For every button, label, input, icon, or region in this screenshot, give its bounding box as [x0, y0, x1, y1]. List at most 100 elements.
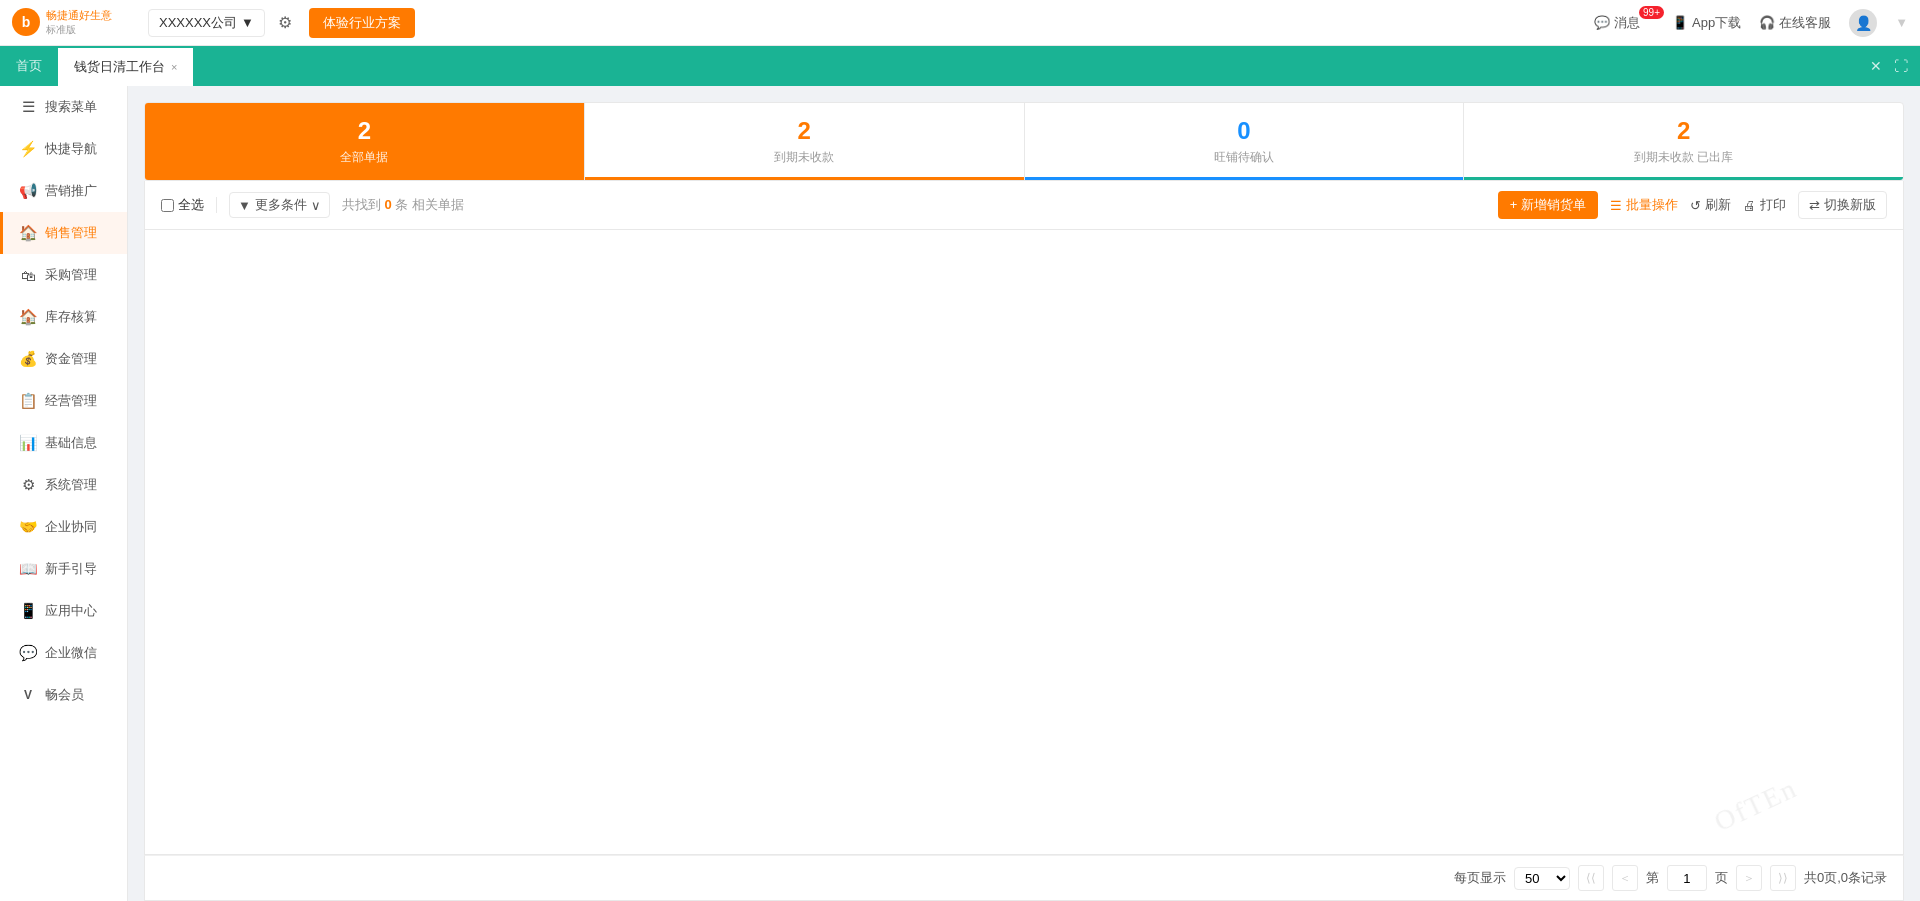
sidebar-item-wechat[interactable]: 💬 企业微信 — [0, 632, 127, 674]
sidebar-basic-info-label: 基础信息 — [45, 434, 97, 452]
sidebar-item-finance[interactable]: 💰 资金管理 — [0, 338, 127, 380]
stat-indicator-overdue — [585, 177, 1024, 180]
page-prev-btn[interactable]: ＜ — [1612, 865, 1638, 891]
sidebar-search-label: 搜索菜单 — [45, 98, 97, 116]
stat-card-overdue[interactable]: 2 到期未收款 — [585, 103, 1025, 180]
stat-card-pending[interactable]: 0 旺铺待确认 — [1025, 103, 1465, 180]
logo-text: 畅捷通好生意 — [46, 8, 112, 22]
page-last-btn[interactable]: ⟩⟩ — [1770, 865, 1796, 891]
message-badge: 99+ — [1639, 6, 1664, 19]
stat-number-pending: 0 — [1045, 117, 1444, 145]
result-text: 共找到 0 条 相关单据 — [342, 196, 464, 214]
sidebar-item-inventory[interactable]: 🏠 库存核算 — [0, 296, 127, 338]
select-all-checkbox[interactable]: 全选 — [161, 196, 204, 214]
stats-cards: 2 全部单据 2 到期未收款 0 旺铺待确认 2 到期未收款 已出库 — [144, 102, 1904, 181]
fullscreen-icon[interactable]: ⛶ — [1894, 58, 1908, 74]
sales-icon: 🏠 — [19, 224, 37, 242]
message-btn[interactable]: 💬 消息 99+ — [1594, 14, 1654, 32]
username-area[interactable]: ▼ — [1895, 15, 1908, 30]
headset-icon: 🎧 — [1759, 15, 1775, 30]
sidebar-item-marketing[interactable]: 📢 营销推广 — [0, 170, 127, 212]
sidebar-item-purchase[interactable]: 🛍 采购管理 — [0, 254, 127, 296]
app-center-icon: 📱 — [19, 602, 37, 620]
sidebar-item-sales[interactable]: 🏠 销售管理 — [0, 212, 127, 254]
add-sales-btn[interactable]: + 新增销货单 — [1498, 191, 1598, 219]
page-size-select[interactable]: 50 20 100 — [1514, 867, 1570, 890]
refresh-icon: ↺ — [1690, 198, 1701, 213]
toolbar: 全选 ▼ 更多条件 ∨ 共找到 0 条 相关单据 + 新增销货单 ☰ 批量操作 — [144, 181, 1904, 230]
refresh-btn[interactable]: ↺ 刷新 — [1690, 196, 1731, 214]
settings-icon[interactable]: ⚙ — [271, 9, 299, 37]
pagination-bar: 每页显示 50 20 100 ⟨⟨ ＜ 第 页 ＞ ⟩⟩ 共0页,0条记录 — [144, 855, 1904, 901]
sidebar-inventory-label: 库存核算 — [45, 308, 97, 326]
tab-expand-area: ✕ ⛶ — [1858, 46, 1920, 86]
page-input[interactable] — [1667, 865, 1707, 891]
inventory-icon: 🏠 — [19, 308, 37, 326]
filter-btn[interactable]: ▼ 更多条件 ∨ — [229, 192, 330, 218]
filter-icon: ▼ — [238, 198, 251, 213]
avatar[interactable]: 👤 — [1849, 9, 1877, 37]
select-all-input[interactable] — [161, 199, 174, 212]
stat-card-all[interactable]: 2 全部单据 — [145, 103, 585, 180]
sidebar-item-member[interactable]: V 畅会员 — [0, 674, 127, 716]
cooperation-icon: 🤝 — [19, 518, 37, 536]
trial-btn[interactable]: 体验行业方案 — [309, 8, 415, 38]
sidebar-item-search[interactable]: ☰ 搜索菜单 — [0, 86, 127, 128]
logo-icon: b — [12, 8, 40, 36]
page-label-pre: 第 — [1646, 869, 1659, 887]
stat-card-shipped[interactable]: 2 到期未收款 已出库 — [1464, 103, 1903, 180]
page-first-btn[interactable]: ⟨⟨ — [1578, 865, 1604, 891]
sidebar-marketing-label: 营销推广 — [45, 182, 97, 200]
sidebar-item-operations[interactable]: 📋 经营管理 — [0, 380, 127, 422]
logo-badge: 标准版 — [46, 23, 112, 37]
sidebar-item-quick-nav[interactable]: ⚡ 快捷导航 — [0, 128, 127, 170]
page-next-btn[interactable]: ＞ — [1736, 865, 1762, 891]
close-window-icon[interactable]: ✕ — [1870, 58, 1882, 74]
marketing-icon: 📢 — [19, 182, 37, 200]
switch-icon: ⇄ — [1809, 198, 1820, 213]
sidebar-item-basic-info[interactable]: 📊 基础信息 — [0, 422, 127, 464]
sidebar-sales-label: 销售管理 — [45, 224, 97, 242]
tab-bar: 首页 钱货日清工作台 × ✕ ⛶ — [0, 46, 1920, 86]
batch-label: 批量操作 — [1626, 196, 1678, 214]
tab-home[interactable]: 首页 — [0, 46, 58, 86]
sidebar-member-label: 畅会员 — [45, 686, 84, 704]
refresh-label: 刷新 — [1705, 196, 1731, 214]
tab-home-label: 首页 — [16, 57, 42, 75]
guide-icon: 📖 — [19, 560, 37, 578]
filter-chevron-icon: ∨ — [311, 198, 321, 213]
tab-close-icon[interactable]: × — [171, 61, 177, 73]
sidebar-purchase-label: 采购管理 — [45, 266, 97, 284]
toolbar-divider — [216, 197, 217, 213]
operations-icon: 📋 — [19, 392, 37, 410]
stat-indicator-pending — [1025, 177, 1464, 180]
top-header: b 畅捷通好生意 标准版 XXXXXX公司 ▼ ⚙ 体验行业方案 💬 消息 99… — [0, 0, 1920, 46]
company-selector[interactable]: XXXXXX公司 ▼ — [148, 9, 265, 37]
stat-number-overdue: 2 — [605, 117, 1004, 145]
sidebar-item-guide[interactable]: 📖 新手引导 — [0, 548, 127, 590]
sidebar-item-cooperation[interactable]: 🤝 企业协同 — [0, 506, 127, 548]
sidebar-operations-label: 经营管理 — [45, 392, 97, 410]
tab-active-label: 钱货日清工作台 — [74, 58, 165, 76]
sidebar-system-label: 系统管理 — [45, 476, 97, 494]
online-service-btn[interactable]: 🎧 在线客服 — [1759, 14, 1831, 32]
toolbar-right: + 新增销货单 ☰ 批量操作 ↺ 刷新 🖨 打印 ⇄ 切换新版 — [1498, 191, 1887, 219]
stat-number-shipped: 2 — [1484, 117, 1883, 145]
tab-active[interactable]: 钱货日清工作台 × — [58, 46, 193, 86]
batch-btn[interactable]: ☰ 批量操作 — [1610, 196, 1678, 214]
page-size-label: 每页显示 — [1454, 869, 1506, 887]
sidebar-guide-label: 新手引导 — [45, 560, 97, 578]
sidebar-item-system[interactable]: ⚙ 系统管理 — [0, 464, 127, 506]
app-download-btn[interactable]: 📱 App下载 — [1672, 14, 1741, 32]
sidebar-item-app-center[interactable]: 📱 应用中心 — [0, 590, 127, 632]
basic-info-icon: 📊 — [19, 434, 37, 452]
user-icon: 👤 — [1855, 15, 1872, 31]
download-icon: 📱 — [1672, 15, 1688, 30]
switch-version-btn[interactable]: ⇄ 切换新版 — [1798, 191, 1887, 219]
print-btn[interactable]: 🖨 打印 — [1743, 196, 1786, 214]
sidebar-cooperation-label: 企业协同 — [45, 518, 97, 536]
filter-label: 更多条件 — [255, 196, 307, 214]
select-all-label: 全选 — [178, 196, 204, 214]
message-label: 消息 — [1614, 14, 1640, 32]
logo-area: b 畅捷通好生意 标准版 — [12, 8, 140, 36]
